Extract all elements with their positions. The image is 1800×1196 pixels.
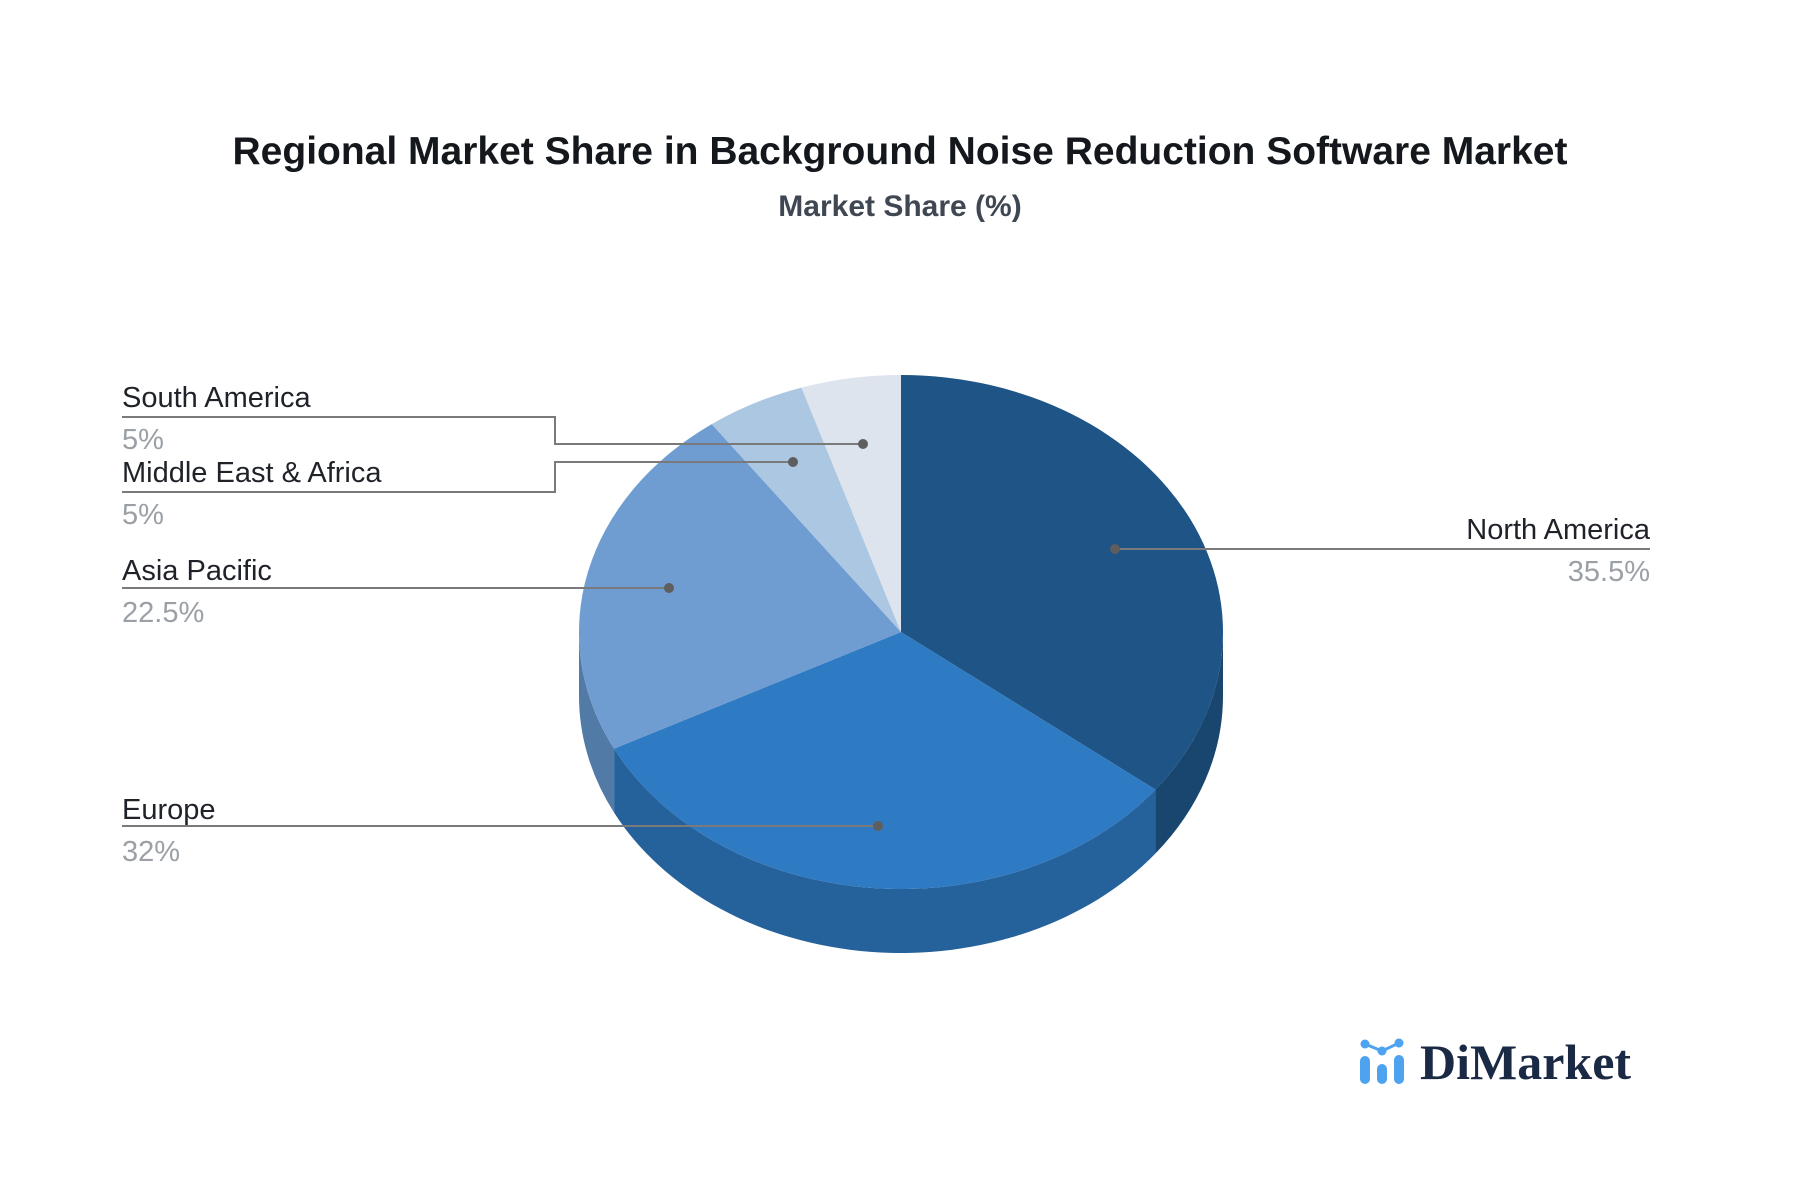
leader-dot-europe [873,821,883,831]
slice-value-north-america: 35.5% [1567,556,1650,588]
slice-callout-europe: Europe 32% [122,791,216,869]
slice-label-europe: Europe [122,794,216,826]
slice-value-south-america: 5% [122,424,164,456]
slice-label-south-america: South America [122,382,311,414]
slice-callout-middle-east-africa: Middle East & Africa 5% [122,454,382,532]
slice-value-asia-pacific: 22.5% [122,597,205,629]
slice-label-middle-east-africa: Middle East & Africa [122,457,382,489]
bar-chart-logo-icon [1360,1038,1404,1084]
slice-callout-south-america: South America 5% [122,379,311,457]
leader-dot-middle-east-africa [788,457,798,467]
brand-logo-text: DiMarket [1420,1034,1632,1090]
slice-callout-north-america: North America 35.5% [1466,511,1650,589]
leader-dot-north-america [1110,544,1120,554]
leader-dot-south-america [858,439,868,449]
slice-label-asia-pacific: Asia Pacific [122,555,272,587]
slice-label-north-america: North America [1466,514,1650,546]
slice-value-middle-east-africa: 5% [122,499,164,531]
leader-dot-asia-pacific [664,583,674,593]
slice-value-europe: 32% [122,836,181,868]
slice-callout-asia-pacific: Asia Pacific 22.5% [122,552,272,630]
brand-logo: DiMarket [1360,1036,1631,1088]
chart-canvas: Regional Market Share in Background Nois… [0,0,1800,1196]
